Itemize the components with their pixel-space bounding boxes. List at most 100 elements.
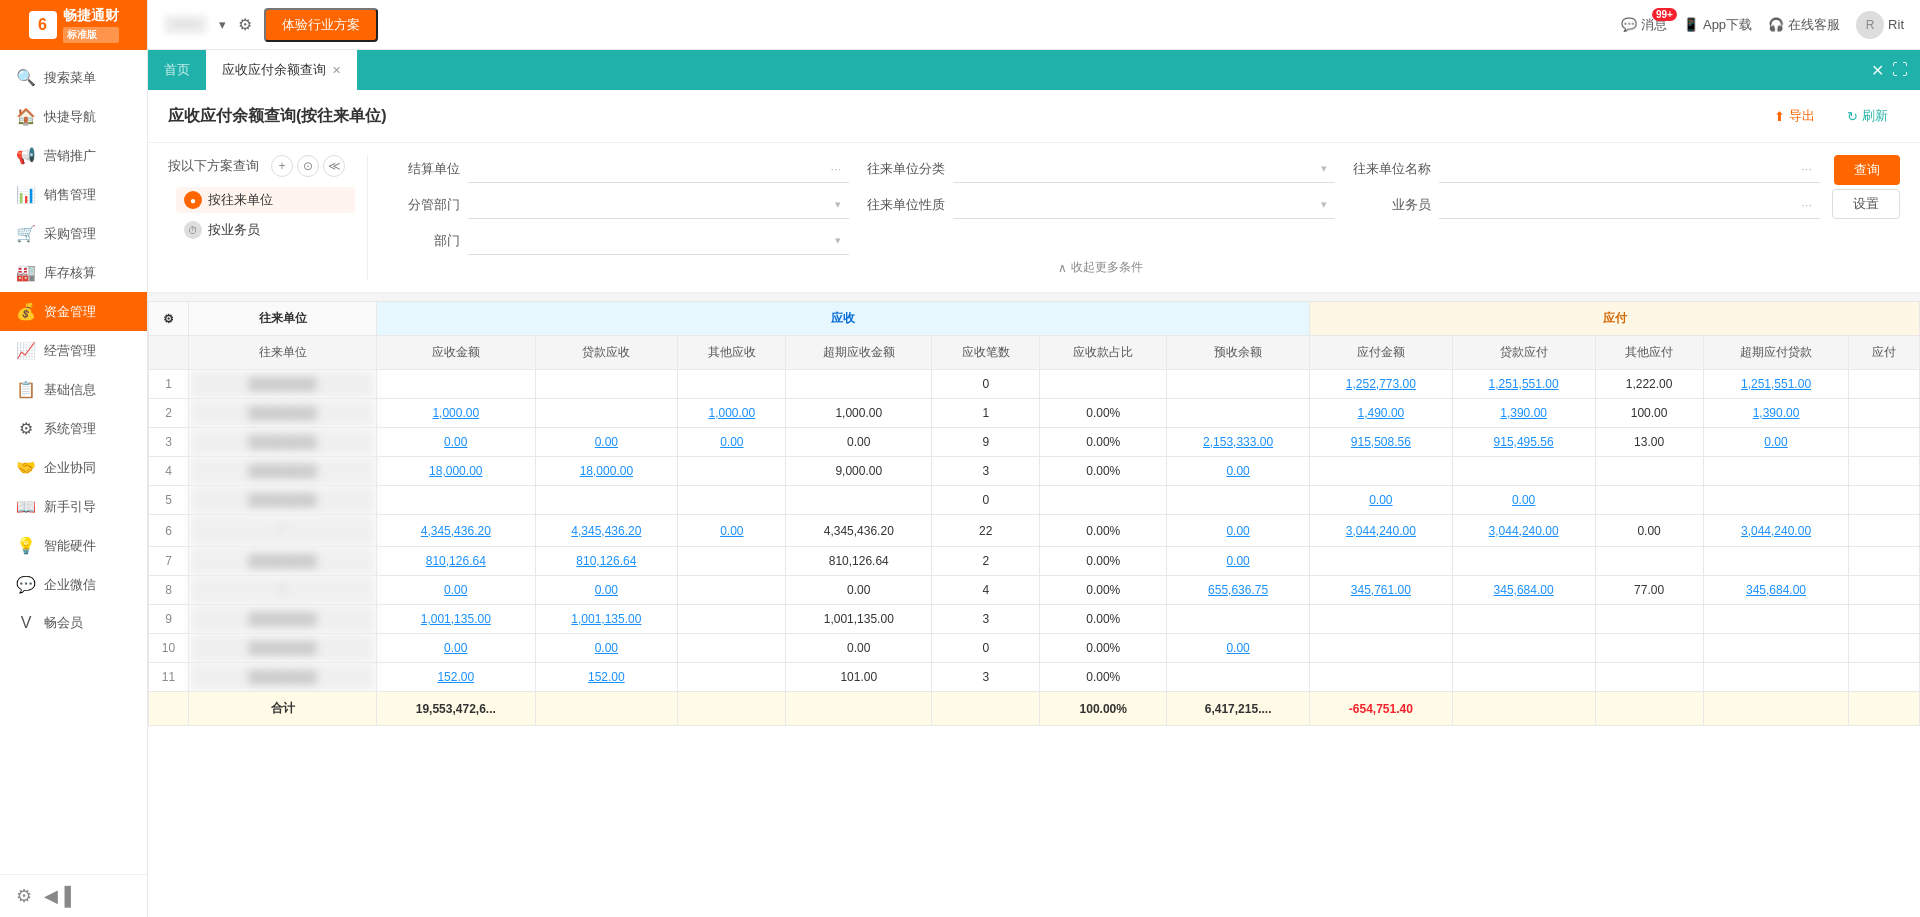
td-prepaid[interactable] [1167,370,1310,399]
sidebar-item-inventory[interactable]: 🏭 库存核算 [0,253,147,292]
tab-maximize-icon[interactable]: ⛶ [1892,61,1908,79]
settings-scheme-button[interactable]: ⊙ [297,155,319,177]
td-ar-amount[interactable]: 810,126.64 [377,547,535,576]
td-ar-other[interactable]: 1,000.00 [678,399,786,428]
td-ap-amount[interactable]: 1,490.00 [1310,399,1453,428]
td-prepaid[interactable]: 2,153,333.00 [1167,428,1310,457]
collapse-icon[interactable]: ◀▐ [44,885,71,907]
td-prepaid[interactable]: 655,636.75 [1167,576,1310,605]
refresh-button[interactable]: ↻ 刷新 [1835,102,1900,130]
td-ar-amount[interactable] [377,370,535,399]
td-ap-overdue[interactable]: 1,390.00 [1703,399,1849,428]
sidebar-item-management[interactable]: 📈 经营管理 [0,331,147,370]
td-prepaid[interactable] [1167,605,1310,634]
message-button[interactable]: 💬 消息 99+ [1621,16,1667,34]
td-ap-amount[interactable] [1310,663,1453,692]
sidebar-item-finance[interactable]: 💰 资金管理 [0,292,147,331]
tab-close-window-icon[interactable]: ✕ [1871,61,1884,80]
td-ap-amount[interactable]: 3,044,240.00 [1310,515,1453,547]
td-ap-loan[interactable] [1452,634,1595,663]
td-ap-loan[interactable] [1452,605,1595,634]
td-ar-amount[interactable] [377,486,535,515]
footer-ar-amount[interactable]: 19,553,472,6... [377,692,535,726]
sidebar-item-guide[interactable]: 📖 新手引导 [0,487,147,526]
topbar-dropdown[interactable]: ▾ [219,17,226,32]
td-ar-other[interactable]: 0.00 [678,515,786,547]
td-ap-overdue[interactable]: 0.00 [1703,428,1849,457]
td-ar-other[interactable] [678,663,786,692]
td-ar-amount[interactable]: 0.00 [377,576,535,605]
sidebar-item-member[interactable]: V 畅会员 [0,604,147,642]
td-ap-loan[interactable]: 0.00 [1452,486,1595,515]
td-ap-overdue[interactable] [1703,547,1849,576]
td-ar-loan[interactable] [535,399,678,428]
td-ap-overdue[interactable]: 345,684.00 [1703,576,1849,605]
unit-nature-input[interactable]: ▾ [953,191,1334,219]
collapse-scheme-button[interactable]: ≪ [323,155,345,177]
salesperson-input[interactable]: ··· [1439,191,1820,219]
sidebar-item-basic[interactable]: 📋 基础信息 [0,370,147,409]
td-ap-amount[interactable] [1310,634,1453,663]
td-ar-other[interactable] [678,634,786,663]
td-prepaid[interactable]: 0.00 [1167,515,1310,547]
td-ap-amount[interactable] [1310,457,1453,486]
footer-ap-amount[interactable]: -654,751.40 [1310,692,1453,726]
td-ap-overdue[interactable] [1703,663,1849,692]
tab-arbalance[interactable]: 应收应付余额查询 ✕ [206,50,357,90]
td-ar-amount[interactable]: 0.00 [377,634,535,663]
settings-icon[interactable]: ⚙ [16,885,32,907]
td-ar-amount[interactable]: 4,345,436.20 [377,515,535,547]
td-ap-loan[interactable]: 345,684.00 [1452,576,1595,605]
setting-button[interactable]: 设置 [1832,189,1900,219]
td-ap-amount[interactable] [1310,605,1453,634]
td-ar-loan[interactable]: 1,001,135.00 [535,605,678,634]
td-ar-loan[interactable]: 4,345,436.20 [535,515,678,547]
td-prepaid[interactable]: 0.00 [1167,547,1310,576]
td-ap-overdue[interactable] [1703,457,1849,486]
td-ar-other[interactable] [678,457,786,486]
td-prepaid[interactable]: 0.00 [1167,634,1310,663]
td-ap-loan[interactable]: 3,044,240.00 [1452,515,1595,547]
unit-category-input[interactable]: ▾ [953,155,1334,183]
tab-home[interactable]: 首页 [148,50,206,90]
td-ar-other[interactable] [678,486,786,515]
td-ar-other[interactable] [678,547,786,576]
topbar-gear-icon[interactable]: ⚙ [238,15,252,34]
add-scheme-button[interactable]: + [271,155,293,177]
td-ar-other[interactable]: 0.00 [678,428,786,457]
td-ap-loan[interactable] [1452,547,1595,576]
td-ap-overdue[interactable]: 3,044,240.00 [1703,515,1849,547]
td-ap-loan[interactable] [1452,457,1595,486]
td-ap-overdue[interactable] [1703,605,1849,634]
td-ar-loan[interactable]: 152.00 [535,663,678,692]
td-ar-loan[interactable] [535,370,678,399]
sidebar-item-search[interactable]: 🔍 搜索菜单 [0,58,147,97]
customer-service-button[interactable]: 🎧 在线客服 [1768,16,1840,34]
more-conditions-toggle[interactable]: ∧ 收起更多条件 [380,255,1820,280]
query-button[interactable]: 查询 [1834,155,1900,185]
td-ar-loan[interactable]: 18,000.00 [535,457,678,486]
td-ar-amount[interactable]: 18,000.00 [377,457,535,486]
td-ar-loan[interactable]: 0.00 [535,576,678,605]
sidebar-item-collab[interactable]: 🤝 企业协同 [0,448,147,487]
td-ar-amount[interactable]: 152.00 [377,663,535,692]
td-ap-loan[interactable] [1452,663,1595,692]
td-ap-amount[interactable] [1310,547,1453,576]
sidebar-item-purchase[interactable]: 🛒 采购管理 [0,214,147,253]
scheme-by-salesperson[interactable]: ⏱ 按业务员 [176,217,355,243]
td-ar-loan[interactable] [535,486,678,515]
sidebar-item-quicknav[interactable]: 🏠 快捷导航 [0,97,147,136]
sidebar-item-system[interactable]: ⚙ 系统管理 [0,409,147,448]
td-prepaid[interactable] [1167,663,1310,692]
td-ar-amount[interactable]: 1,000.00 [377,399,535,428]
sidebar-item-wechat[interactable]: 💬 企业微信 [0,565,147,604]
td-ar-amount[interactable]: 0.00 [377,428,535,457]
td-ar-loan[interactable]: 0.00 [535,428,678,457]
td-ap-loan[interactable]: 1,390.00 [1452,399,1595,428]
td-prepaid[interactable] [1167,486,1310,515]
sidebar-item-sales[interactable]: 📊 销售管理 [0,175,147,214]
export-button[interactable]: ⬆ 导出 [1762,102,1827,130]
promo-button[interactable]: 体验行业方案 [264,8,378,42]
settlement-unit-input[interactable]: ··· [468,155,849,183]
tab-close-icon[interactable]: ✕ [332,64,341,77]
